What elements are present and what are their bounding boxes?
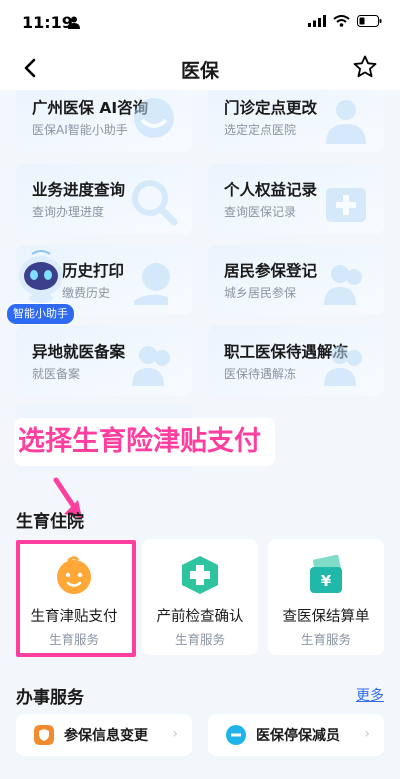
favorite-star-icon[interactable] — [352, 54, 378, 80]
card-subtitle: 医保AI智能小助手 — [32, 123, 128, 137]
card-subtitle: 医保待遇解冻 — [224, 367, 297, 381]
page-title: 医保 — [180, 60, 219, 82]
card-title: 门诊定点更改 — [224, 99, 318, 117]
service-title: 医保停保减员 — [256, 728, 340, 744]
card-title: 居民参保登记 — [224, 262, 318, 280]
card-subtitle: 选定定点医院 — [224, 123, 297, 137]
service-stop-insurance[interactable]: 医保停保减员 › — [208, 714, 384, 756]
service-title: 参保信息变更 — [64, 728, 148, 744]
more-link[interactable]: 更多 — [356, 685, 384, 705]
signal-icon — [308, 15, 326, 27]
card-rights-record[interactable]: 个人权益记录 查询医保记录 — [208, 164, 384, 234]
service-info-change[interactable]: 参保信息变更 › — [16, 714, 192, 756]
card-title: 异地就医备案 — [32, 343, 126, 361]
status-time: 11:19 — [22, 13, 73, 32]
section-title-birth: 生育住院 — [16, 512, 84, 532]
card-ai-consult[interactable]: 广州医保 AI咨询 医保AI智能小助手 — [16, 90, 192, 152]
card-resident-register[interactable]: 居民参保登记 城乡居民参保 — [208, 245, 384, 315]
card-subtitle: 查询办理进度 — [32, 205, 105, 219]
birth-item-title: 产前检查确认 — [156, 609, 244, 625]
status-bar: 11:19 — [0, 0, 400, 46]
person-icon — [68, 16, 80, 29]
birth-item-prenatal[interactable]: 产前检查确认 生育服务 — [142, 539, 258, 655]
people-icon — [132, 346, 170, 386]
chat-bubble-icon — [134, 98, 174, 138]
card-subtitle: 城乡居民参保 — [224, 286, 297, 300]
card-clinic-change[interactable]: 门诊定点更改 选定定点医院 — [208, 90, 384, 152]
robot-assistant-icon[interactable] — [14, 248, 68, 304]
card-progress-query[interactable]: 业务进度查询 查询办理进度 — [16, 164, 192, 234]
section-title-services: 办事服务 — [16, 688, 84, 708]
card-subtitle: 查询医保记录 — [224, 205, 297, 219]
card-title: 历史打印 — [62, 262, 125, 280]
card-subtitle: 缴费历史 — [62, 286, 111, 300]
card-benefit-unfreeze[interactable]: 职工医保待遇解冻 医保待遇解冻 — [208, 326, 384, 396]
wifi-icon — [333, 15, 350, 27]
shield-orange-icon — [34, 725, 54, 745]
minus-circle-icon — [226, 725, 246, 745]
highlight-box — [16, 540, 136, 657]
yuan-hand-icon — [134, 263, 170, 305]
magnifier-icon — [132, 180, 178, 226]
card-remote-medical[interactable]: 异地就医备案 就医备案 — [16, 326, 192, 396]
birth-item-subtitle: 生育服务 — [300, 632, 351, 647]
instruction-annotation: 选择生育险津贴支付 — [14, 418, 275, 466]
svg-text:¥: ¥ — [321, 572, 332, 590]
doctor-icon — [326, 100, 366, 144]
card-title: 业务进度查询 — [32, 181, 126, 199]
assistant-label[interactable]: 智能小助手 — [6, 303, 75, 325]
birth-item-settlement[interactable]: ¥ 查医保结算单 生育服务 — [268, 539, 384, 655]
battery-icon — [357, 15, 382, 27]
medical-cross-icon — [182, 556, 218, 594]
people-icon — [324, 265, 362, 305]
navigation-bar: 医保 — [0, 46, 400, 90]
yuan-wallet-icon: ¥ — [310, 554, 342, 593]
people-icon — [324, 346, 362, 386]
content-scroll[interactable]: 广州医保 AI咨询 医保AI智能小助手 门诊定点更改 选定定点医院 业务进度查询… — [0, 90, 400, 779]
medical-kit-icon — [326, 188, 366, 222]
card-title: 个人权益记录 — [224, 181, 318, 199]
chevron-right-icon: › — [364, 726, 370, 742]
birth-item-title: 查医保结算单 — [282, 609, 370, 625]
chevron-right-icon: › — [172, 726, 178, 742]
card-subtitle: 就医备案 — [32, 367, 81, 381]
birth-item-subtitle: 生育服务 — [174, 632, 225, 647]
